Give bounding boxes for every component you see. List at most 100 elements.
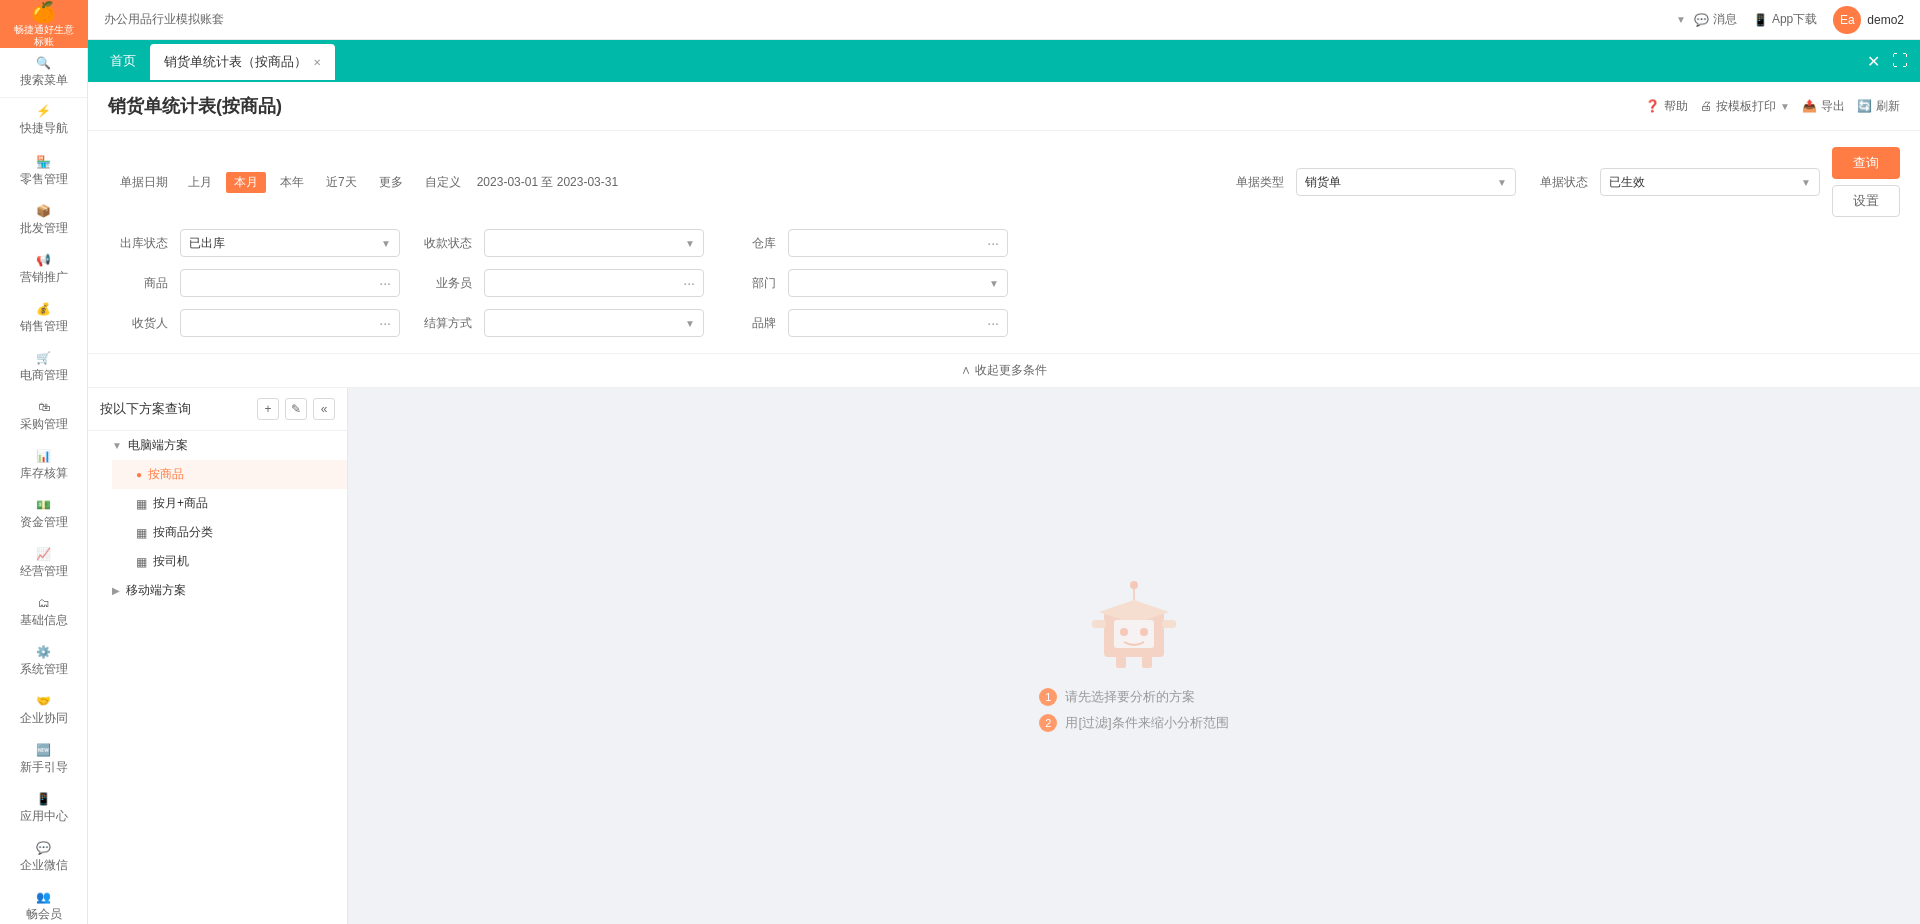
app-subtitle: 标账 [14, 36, 74, 48]
goods-dots[interactable]: ··· [379, 275, 391, 291]
sidebar-item-purchase[interactable]: 🛍 采购管理 [0, 392, 87, 441]
sidebar-item-sales[interactable]: 💰 销售管理 [0, 294, 87, 343]
scheme-tree: ▼ 电脑端方案 ● 按商品 ▦ 按月+商品 ▦ [88, 431, 347, 605]
sidebar-item-apps[interactable]: 📱 应用中心 [0, 784, 87, 833]
by-category-label: 按商品分类 [153, 524, 335, 541]
tree-node-by-month-goods[interactable]: ▦ 按月+商品 [112, 489, 347, 518]
marketing-icon: 📢 [36, 253, 51, 267]
collection-arrow: ▼ [685, 238, 695, 249]
by-goods-label: 按商品 [148, 466, 335, 483]
retail-icon: 🏪 [36, 155, 51, 169]
storage-select[interactable]: ··· [788, 229, 1008, 257]
status-select[interactable]: 已生效 ▼ [1600, 168, 1820, 196]
sidebar-quick-nav[interactable]: ⚡ 快捷导航 [0, 97, 87, 143]
storage-dots[interactable]: ··· [987, 235, 999, 251]
type-select[interactable]: 销货单 ▼ [1296, 168, 1516, 196]
staff-dots[interactable]: ··· [683, 275, 695, 291]
receiver-dots[interactable]: ··· [379, 315, 391, 331]
date-btn-custom[interactable]: 自定义 [417, 172, 469, 193]
refresh-btn[interactable]: 🔄 刷新 [1857, 98, 1900, 115]
app-download-label: App下载 [1772, 11, 1817, 28]
user-info[interactable]: Ea demo2 [1833, 6, 1904, 34]
topbar-title: 办公用品行业模拟账套 [104, 11, 1668, 28]
brand-dots[interactable]: ··· [987, 315, 999, 331]
collab-icon: 🤝 [36, 694, 51, 708]
expand-btn[interactable]: ⛶ [1888, 48, 1912, 74]
add-scheme-btn[interactable]: + [257, 398, 279, 420]
payment-select[interactable]: ▼ [484, 309, 704, 337]
sidebar-item-finance[interactable]: 💵 资金管理 [0, 490, 87, 539]
empty-tip-2: 2 用[过滤]条件来缩小分析范围 [1039, 714, 1228, 732]
collab-label: 企业协同 [20, 710, 68, 727]
svg-point-2 [1120, 628, 1128, 636]
help-btn[interactable]: ❓ 帮助 [1645, 98, 1688, 115]
topbar-dropdown-arrow[interactable]: ▼ [1676, 14, 1686, 25]
receiver-select[interactable]: ··· [180, 309, 400, 337]
svg-rect-1 [1114, 620, 1154, 648]
sidebar-item-inventory[interactable]: 📊 库存核算 [0, 441, 87, 490]
sidebar-item-collab[interactable]: 🤝 企业协同 [0, 686, 87, 735]
message-icon: 💬 [1694, 13, 1709, 27]
export-btn[interactable]: 📤 导出 [1802, 98, 1845, 115]
tree-node-by-cashier[interactable]: ▦ 按司机 [112, 547, 347, 576]
dept-select[interactable]: ▼ [788, 269, 1008, 297]
print-btn[interactable]: 🖨 按模板打印 ▼ [1700, 98, 1790, 115]
date-btn-7days[interactable]: 近7天 [318, 172, 365, 193]
edit-scheme-btn[interactable]: ✎ [285, 398, 307, 420]
collection-select[interactable]: ▼ [484, 229, 704, 257]
filter-row-2: 出库状态 已出库 ▼ 收款状态 ▼ 仓库 ··· [108, 229, 1900, 257]
logo-icon: 🍊 [14, 0, 74, 24]
pc-scheme-label: 电脑端方案 [128, 437, 335, 454]
sidebar-item-member[interactable]: 👥 畅会员 [0, 882, 87, 924]
page-header-actions: ❓ 帮助 🖨 按模板打印 ▼ 📤 导出 🔄 刷新 [1645, 98, 1900, 127]
date-btn-more[interactable]: 更多 [371, 172, 411, 193]
apps-icon: 📱 [36, 792, 51, 806]
collapse-arrow: ∧ [961, 363, 971, 377]
page-title: 销货单统计表(按商品) [108, 94, 282, 130]
expand-arrow-pc: ▼ [112, 440, 122, 451]
sidebar-item-ecommerce[interactable]: 🛒 电商管理 [0, 343, 87, 392]
svg-point-3 [1140, 628, 1148, 636]
sidebar-item-marketing[interactable]: 📢 营销推广 [0, 245, 87, 294]
sidebar-item-wholesale[interactable]: 📦 批发管理 [0, 196, 87, 245]
export-label: 导出 [1821, 98, 1845, 115]
messages-btn[interactable]: 💬 消息 [1694, 11, 1737, 28]
tree-node-by-category[interactable]: ▦ 按商品分类 [112, 518, 347, 547]
action-buttons: 查询 设置 [1832, 147, 1900, 217]
sidebar-item-operation[interactable]: 📈 经营管理 [0, 539, 87, 588]
tip-text-1: 请先选择要分析的方案 [1065, 688, 1195, 706]
sidebar-item-basic[interactable]: 🗂 基础信息 [0, 588, 87, 637]
tree-node-mobile[interactable]: ▶ 移动端方案 [100, 576, 347, 605]
collapse-bar[interactable]: ∧ 收起更多条件 [88, 354, 1920, 388]
close-tab-btn[interactable]: ✕ [1863, 48, 1884, 75]
tab-home[interactable]: 首页 [96, 45, 150, 77]
sidebar-item-retail[interactable]: 🏪 零售管理 [0, 147, 87, 196]
date-btn-last-month[interactable]: 上月 [180, 172, 220, 193]
app-logo: 🍊 畅捷通好生意 标账 [0, 0, 88, 48]
print-label: 按模板打印 [1716, 98, 1776, 115]
finance-label: 资金管理 [20, 514, 68, 531]
tab-sales-stats[interactable]: 销货单统计表（按商品） ✕ [150, 44, 335, 80]
goods-select[interactable]: ··· [180, 269, 400, 297]
staff-select[interactable]: ··· [484, 269, 704, 297]
setting-button[interactable]: 设置 [1832, 185, 1900, 217]
sidebar-item-system[interactable]: ⚙️ 系统管理 [0, 637, 87, 686]
date-btn-this-month[interactable]: 本月 [226, 172, 266, 193]
app-download-btn[interactable]: 📱 App下载 [1753, 11, 1817, 28]
collapse-panel-btn[interactable]: « [313, 398, 335, 420]
user-avatar: Ea [1833, 6, 1861, 34]
sidebar-search[interactable]: 🔍 搜索菜单 [0, 48, 87, 97]
tab-close-btn[interactable]: ✕ [313, 57, 321, 68]
tree-node-pc[interactable]: ▼ 电脑端方案 [100, 431, 347, 460]
warehouse-select[interactable]: 已出库 ▼ [180, 229, 400, 257]
tree-node-by-goods[interactable]: ● 按商品 [112, 460, 347, 489]
svg-rect-6 [1092, 620, 1106, 628]
brand-select[interactable]: ··· [788, 309, 1008, 337]
date-btn-this-year[interactable]: 本年 [272, 172, 312, 193]
edit-icon: ✎ [291, 402, 301, 416]
svg-point-9 [1130, 581, 1138, 589]
sidebar-item-guide[interactable]: 🆕 新手引导 [0, 735, 87, 784]
query-button[interactable]: 查询 [1832, 147, 1900, 179]
sidebar-item-wechat[interactable]: 💬 企业微信 [0, 833, 87, 882]
print-arrow[interactable]: ▼ [1780, 101, 1790, 112]
